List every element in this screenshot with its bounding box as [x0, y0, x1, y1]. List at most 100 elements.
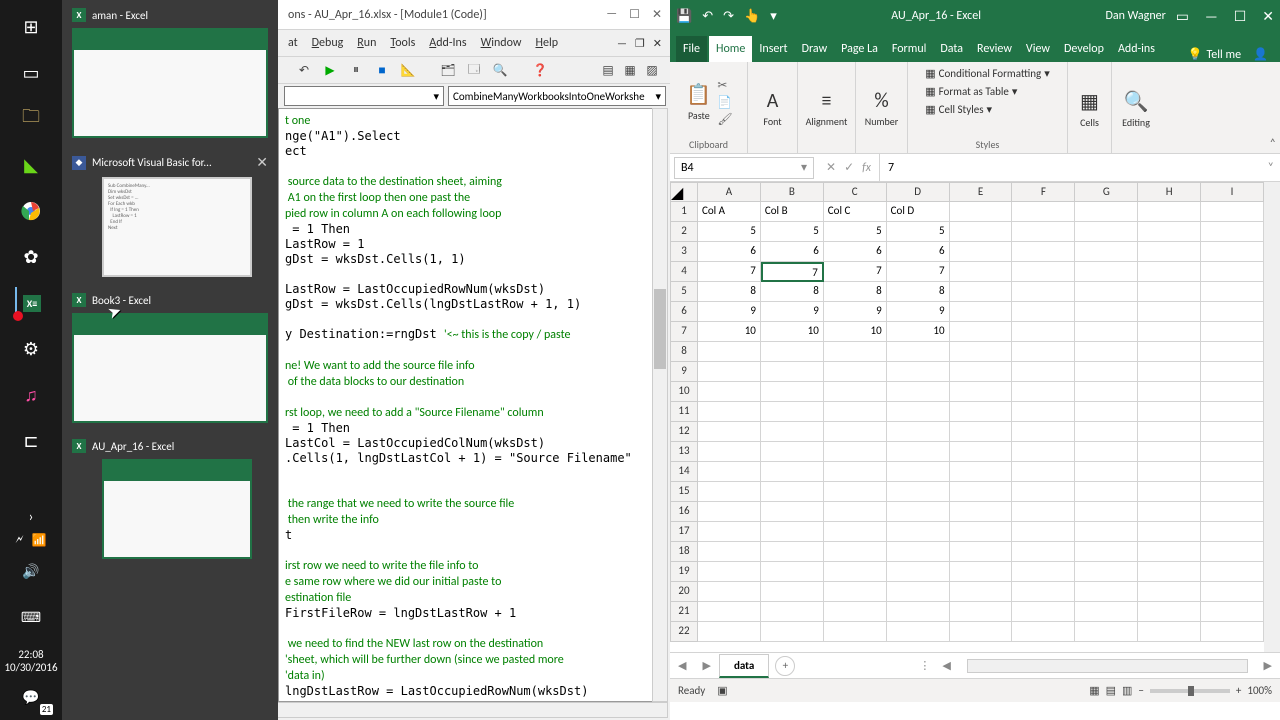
cell[interactable]: Col C	[824, 202, 887, 222]
cell[interactable]: 10	[887, 322, 950, 342]
cell[interactable]	[887, 442, 950, 462]
cell[interactable]	[887, 342, 950, 362]
cell[interactable]	[1012, 362, 1075, 382]
tab-data[interactable]: Data	[933, 36, 970, 62]
zoom-in-icon[interactable]: +	[1236, 684, 1241, 697]
cell[interactable]	[698, 362, 761, 382]
close-button[interactable]: ✕	[652, 7, 662, 22]
row-header[interactable]: 5	[670, 282, 698, 302]
add-sheet-button[interactable]: +	[775, 656, 795, 676]
cell[interactable]	[1201, 602, 1264, 622]
row-header[interactable]: 20	[670, 582, 698, 602]
task-thumbnail[interactable]: Sub CombineMany...Dim wksDstSet wksDst =…	[102, 177, 252, 277]
cell[interactable]	[1138, 242, 1201, 262]
cell[interactable]: 7	[698, 262, 761, 282]
cell[interactable]	[887, 422, 950, 442]
cell[interactable]	[950, 462, 1013, 482]
maximize-button[interactable]: ☐	[629, 7, 640, 22]
row-header[interactable]: 15	[670, 482, 698, 502]
menu-window[interactable]: Window	[481, 36, 522, 50]
cell-styles-button[interactable]: ▦ Cell Styles ▾	[922, 102, 995, 117]
vertical-scrollbar[interactable]	[652, 108, 668, 702]
app-icon-gear[interactable]: ✿	[15, 241, 47, 273]
tab-insert[interactable]: Insert	[752, 36, 794, 62]
cell[interactable]	[698, 342, 761, 362]
cell[interactable]	[1012, 242, 1075, 262]
cell[interactable]	[1012, 542, 1075, 562]
row-header[interactable]: 12	[670, 422, 698, 442]
cell[interactable]	[1201, 362, 1264, 382]
cell[interactable]	[1201, 562, 1264, 582]
row-header[interactable]: 10	[670, 382, 698, 402]
cell[interactable]	[887, 482, 950, 502]
macro-record-icon[interactable]: ▣	[717, 684, 727, 697]
row-header[interactable]: 2	[670, 222, 698, 242]
task-item-vba[interactable]: ◆Microsoft Visual Basic for...✕ Sub Comb…	[62, 146, 278, 285]
cell[interactable]	[1075, 202, 1138, 222]
cells-group[interactable]: ▦Cells	[1078, 87, 1101, 131]
cell[interactable]	[950, 202, 1013, 222]
cell[interactable]	[950, 522, 1013, 542]
cell[interactable]	[887, 562, 950, 582]
cell[interactable]	[950, 282, 1013, 302]
app-icon-green[interactable]: ◣	[15, 149, 47, 181]
cell[interactable]	[1138, 202, 1201, 222]
cell[interactable]: 5	[698, 222, 761, 242]
cell[interactable]	[950, 422, 1013, 442]
cell[interactable]	[1138, 502, 1201, 522]
tab-review[interactable]: Review	[970, 36, 1019, 62]
cell[interactable]	[1012, 622, 1075, 642]
close-button[interactable]: ✕	[1262, 8, 1274, 25]
cancel-icon[interactable]: ✕	[826, 160, 836, 175]
cell[interactable]	[698, 582, 761, 602]
cell[interactable]	[698, 422, 761, 442]
cell[interactable]: 6	[824, 242, 887, 262]
cell[interactable]: 9	[824, 302, 887, 322]
cell[interactable]	[1075, 402, 1138, 422]
cell[interactable]	[698, 442, 761, 462]
cell[interactable]	[1075, 622, 1138, 642]
cell[interactable]	[887, 602, 950, 622]
properties-icon[interactable]: 🗔	[464, 60, 484, 80]
close-icon[interactable]: ✕	[256, 154, 268, 171]
row-header[interactable]: 4	[670, 262, 698, 282]
cell[interactable]	[1138, 582, 1201, 602]
cell[interactable]	[824, 502, 887, 522]
toggle-icon[interactable]: ▤	[598, 60, 618, 80]
cell[interactable]	[1201, 242, 1264, 262]
cell[interactable]	[1201, 342, 1264, 362]
task-thumbnail[interactable]	[72, 28, 268, 138]
cell[interactable]: 8	[824, 282, 887, 302]
cell[interactable]	[824, 342, 887, 362]
cell[interactable]	[1201, 282, 1264, 302]
cell[interactable]	[1138, 402, 1201, 422]
cell[interactable]	[1012, 442, 1075, 462]
row-header[interactable]: 21	[670, 602, 698, 622]
cell[interactable]: 7	[761, 262, 824, 282]
row-header[interactable]: 7	[670, 322, 698, 342]
column-header[interactable]: D	[887, 182, 950, 202]
cell[interactable]	[698, 502, 761, 522]
cell[interactable]	[698, 562, 761, 582]
cell[interactable]	[950, 442, 1013, 462]
menu-addins[interactable]: Add-Ins	[429, 36, 466, 50]
cell[interactable]	[1138, 282, 1201, 302]
task-item-au-apr[interactable]: XAU_Apr_16 - Excel	[62, 431, 278, 567]
ribbon-options-icon[interactable]: ▭	[1176, 8, 1189, 25]
cell[interactable]	[1138, 362, 1201, 382]
cell[interactable]	[950, 482, 1013, 502]
cell[interactable]	[1012, 502, 1075, 522]
cell[interactable]	[1138, 382, 1201, 402]
cell[interactable]	[1075, 222, 1138, 242]
cell[interactable]	[950, 222, 1013, 242]
design-mode-icon[interactable]: 📐	[398, 60, 418, 80]
row-header[interactable]: 9	[670, 362, 698, 382]
cell[interactable]	[824, 382, 887, 402]
cell[interactable]	[698, 602, 761, 622]
cell[interactable]	[1201, 522, 1264, 542]
cell[interactable]	[761, 622, 824, 642]
cell[interactable]: 8	[761, 282, 824, 302]
cell[interactable]	[1201, 482, 1264, 502]
cell[interactable]	[887, 402, 950, 422]
cell[interactable]	[1201, 262, 1264, 282]
